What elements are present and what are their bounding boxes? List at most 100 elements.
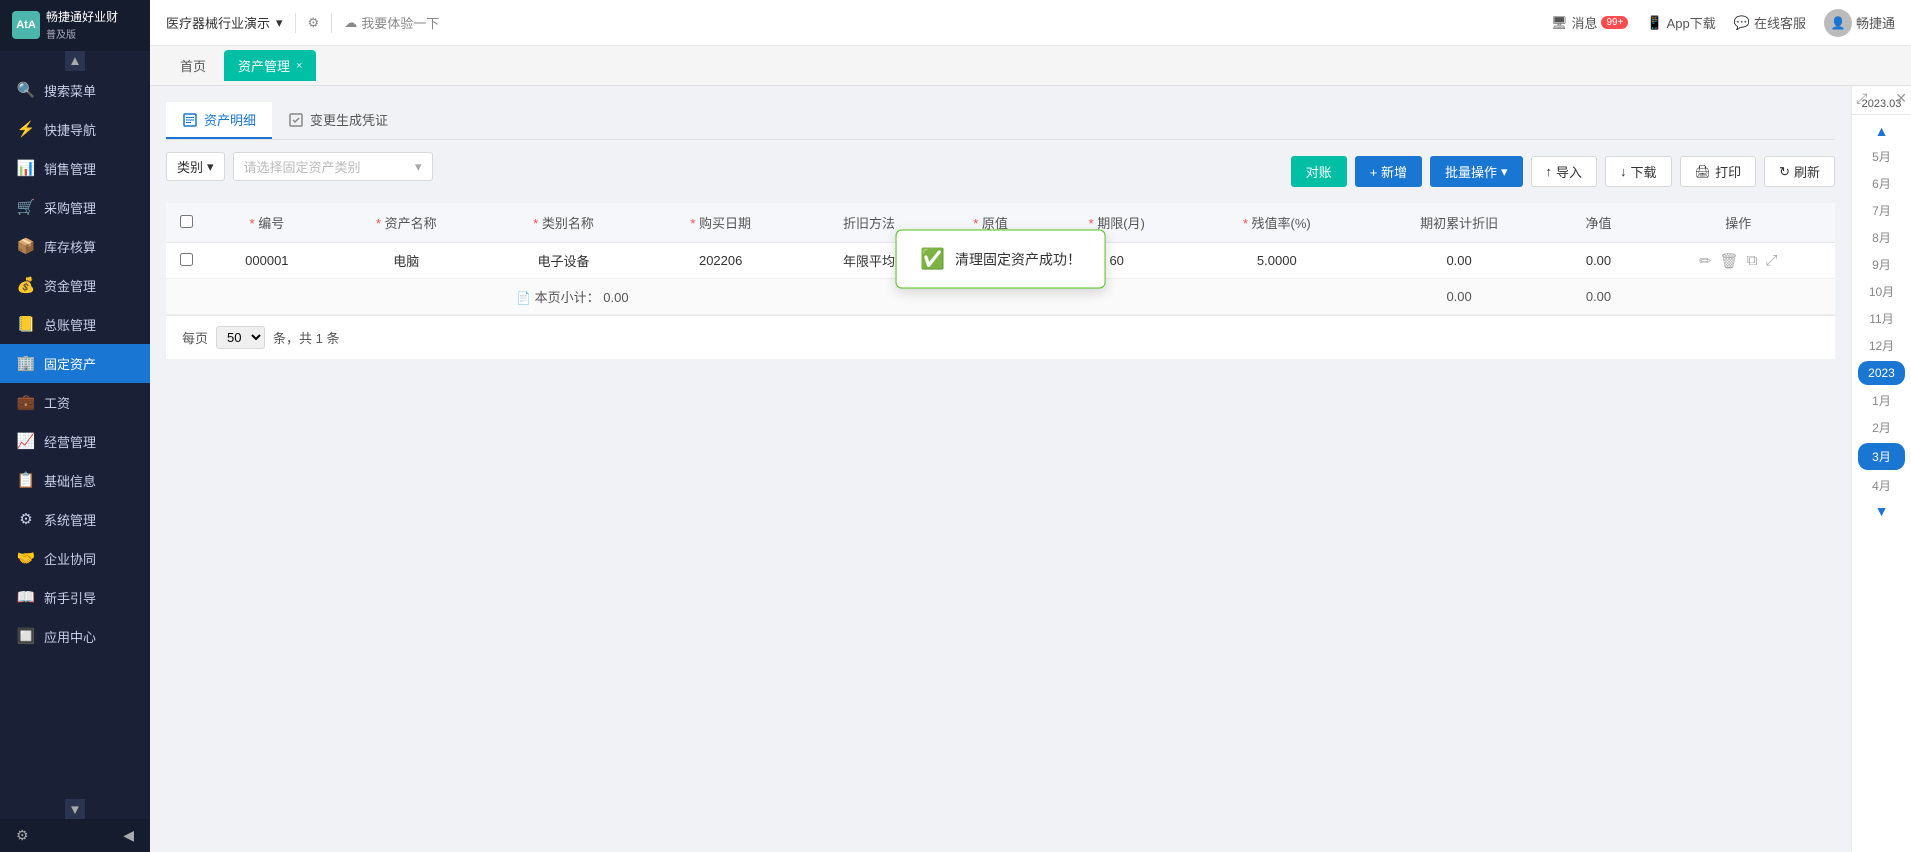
timeline-month-3[interactable]: 3月 bbox=[1858, 443, 1905, 470]
sidebar-item-payroll[interactable]: 💼 工资 bbox=[0, 383, 150, 422]
timeline-month-7[interactable]: 7月 bbox=[1852, 197, 1911, 224]
timeline-month-9[interactable]: 9月 bbox=[1852, 251, 1911, 278]
online-service-button[interactable]: 💬 在线客服 bbox=[1734, 13, 1806, 32]
sidebar-item-label: 经营管理 bbox=[44, 432, 96, 451]
sidebar-item-label: 基础信息 bbox=[44, 471, 96, 490]
row-initial-depreciation: 0.00 bbox=[1363, 243, 1556, 279]
import-button[interactable]: ↑ 导入 bbox=[1531, 156, 1598, 187]
edit-icon[interactable]: ✏ bbox=[1699, 252, 1712, 270]
print-button[interactable]: 🖨 打印 bbox=[1680, 156, 1757, 187]
reconcile-button[interactable]: 对账 bbox=[1291, 156, 1347, 187]
download-button[interactable]: ↓ 下载 bbox=[1605, 156, 1672, 187]
page-size-select[interactable]: 50 bbox=[216, 326, 265, 349]
experience-icon: ☁ bbox=[344, 15, 357, 31]
sales-icon: 📊 bbox=[16, 159, 36, 177]
fixed-assets-icon: 🏢 bbox=[16, 354, 36, 372]
settings-topbar-icon[interactable]: ⚙ bbox=[308, 15, 320, 31]
sidebar-item-cooperation[interactable]: 🤝 企业协同 bbox=[0, 539, 150, 578]
refresh-button[interactable]: ↻ 刷新 bbox=[1764, 156, 1835, 187]
sidebar-scroll-up-button[interactable]: ▲ bbox=[65, 51, 85, 71]
sub-tab-asset-detail[interactable]: 资产明细 bbox=[166, 102, 272, 139]
timeline-month-10[interactable]: 10月 bbox=[1852, 278, 1911, 305]
timeline-month-2[interactable]: 2月 bbox=[1852, 414, 1911, 441]
sidebar-item-sales[interactable]: 📊 销售管理 bbox=[0, 149, 150, 188]
timeline-month-12[interactable]: 12月 bbox=[1852, 332, 1911, 359]
sidebar-item-fund[interactable]: 💰 资金管理 bbox=[0, 266, 150, 305]
sidebar-item-ledger[interactable]: 📒 总账管理 bbox=[0, 305, 150, 344]
company-name: 医疗器械行业演示 bbox=[166, 13, 270, 32]
print-label: 打印 bbox=[1715, 162, 1741, 181]
topbar-divider bbox=[295, 13, 296, 33]
sidebar-item-basic-info[interactable]: 📋 基础信息 bbox=[0, 461, 150, 500]
more-icon[interactable]: ⤢ bbox=[1765, 252, 1777, 270]
import-label: 导入 bbox=[1556, 162, 1582, 181]
sidebar-item-purchase[interactable]: 🛒 采购管理 bbox=[0, 188, 150, 227]
sidebar-item-system[interactable]: ⚙ 系统管理 bbox=[0, 500, 150, 539]
subtotal-residual-cell bbox=[1191, 279, 1363, 315]
select-all-checkbox[interactable] bbox=[180, 215, 193, 228]
sidebar-item-label: 新手引导 bbox=[44, 588, 96, 607]
sidebar-item-inventory[interactable]: 📦 库存核算 bbox=[0, 227, 150, 266]
copy-icon[interactable]: ⧉ bbox=[1747, 252, 1758, 270]
app-center-icon: 🔲 bbox=[16, 627, 36, 645]
timeline-month-4[interactable]: 4月 bbox=[1852, 472, 1911, 499]
sidebar-item-app-center[interactable]: 🔲 应用中心 bbox=[0, 617, 150, 656]
row-checkbox[interactable] bbox=[166, 243, 206, 279]
tab-asset-management[interactable]: 资产管理 × bbox=[224, 50, 316, 81]
search-icon: 🔍 bbox=[16, 81, 36, 99]
app-download-button[interactable]: 📱 App下载 bbox=[1646, 13, 1715, 32]
inventory-icon: 📦 bbox=[16, 237, 36, 255]
timeline-month-1[interactable]: 1月 bbox=[1852, 387, 1911, 414]
row-action: ✏ 🗑 ⧉ ⤢ bbox=[1642, 243, 1835, 279]
new-button[interactable]: + 新增 bbox=[1355, 156, 1422, 187]
timeline-month-6[interactable]: 6月 bbox=[1852, 170, 1911, 197]
subtotal-original: 0.00 bbox=[603, 290, 628, 305]
sidebar-item-fixed-assets[interactable]: 🏢 固定资产 bbox=[0, 344, 150, 383]
app-name: 畅捷通好业财 bbox=[46, 10, 118, 26]
user-profile[interactable]: 👤 畅捷通 bbox=[1824, 9, 1895, 37]
timeline-year-2023[interactable]: 2023 bbox=[1858, 361, 1905, 385]
timeline-up-icon[interactable]: ▲ bbox=[1871, 119, 1893, 143]
sidebar-item-search[interactable]: 🔍 搜索菜单 bbox=[0, 71, 150, 110]
sidebar-logo-info: 畅捷通好业财 普及版 bbox=[46, 10, 118, 41]
checkbox-header[interactable] bbox=[166, 203, 206, 243]
category-input[interactable]: 请选择固定资产类别 ▾ bbox=[233, 152, 433, 181]
sidebar-item-label: 搜索菜单 bbox=[44, 81, 96, 100]
timeline-month-11[interactable]: 11月 bbox=[1852, 305, 1911, 332]
sub-tab-change-voucher[interactable]: 变更生成凭证 bbox=[272, 102, 404, 139]
toast-message: 清理固定资产成功！ bbox=[955, 249, 1081, 269]
settings-bottom-icon[interactable]: ⚙ bbox=[16, 827, 29, 844]
category-placeholder: 请选择固定资产类别 bbox=[244, 157, 361, 176]
filter-bar: 类别 ▾ 请选择固定资产类别 ▾ bbox=[166, 152, 433, 181]
col-residual-rate: * 残值率(%) bbox=[1191, 203, 1363, 243]
collapse-sidebar-icon[interactable]: ◀ bbox=[123, 827, 134, 844]
batch-ops-button[interactable]: 批量操作 ▾ bbox=[1430, 156, 1523, 187]
company-chevron-icon: ▾ bbox=[276, 15, 283, 31]
timeline-month-8[interactable]: 8月 bbox=[1852, 224, 1911, 251]
total-label: 条，共 1 条 bbox=[273, 328, 339, 347]
experience-button[interactable]: ☁ 我要体验一下 bbox=[344, 13, 439, 32]
topbar: 医疗器械行业演示 ▾ ⚙ ☁ 我要体验一下 🖥 消息 99+ 📱 App下载 💬… bbox=[150, 0, 1911, 46]
sidebar-item-label: 应用中心 bbox=[44, 627, 96, 646]
batch-ops-label: 批量操作 bbox=[1445, 162, 1497, 181]
system-icon: ⚙ bbox=[16, 510, 36, 528]
delete-icon[interactable]: 🗑 bbox=[1720, 252, 1739, 270]
row-select-checkbox[interactable] bbox=[180, 253, 193, 266]
timeline-down-icon[interactable]: ▼ bbox=[1871, 499, 1893, 523]
company-selector[interactable]: 医疗器械行业演示 ▾ bbox=[166, 13, 283, 32]
tab-close-icon[interactable]: × bbox=[296, 60, 302, 72]
timeline-close-icon[interactable]: ✕ bbox=[1895, 90, 1907, 107]
sidebar-item-operations[interactable]: 📈 经营管理 bbox=[0, 422, 150, 461]
timeline-expand-icon[interactable]: ⤢ bbox=[1856, 90, 1867, 107]
sidebar-item-guide[interactable]: 📖 新手引导 bbox=[0, 578, 150, 617]
category-filter[interactable]: 类别 ▾ bbox=[166, 152, 225, 181]
sidebar-item-quick-nav[interactable]: ⚡ 快捷导航 bbox=[0, 110, 150, 149]
timeline-month-5[interactable]: 5月 bbox=[1852, 143, 1911, 170]
page-content: 资产明细 变更生成凭证 类别 ▾ 请选择固定资产类别 bbox=[150, 86, 1851, 852]
tab-home[interactable]: 首页 bbox=[166, 50, 220, 81]
sidebar-scroll-down-button[interactable]: ▼ bbox=[65, 799, 85, 819]
online-service-icon: 💬 bbox=[1734, 15, 1750, 31]
row-purchase-date: 202206 bbox=[642, 243, 799, 279]
message-button[interactable]: 🖥 消息 99+ bbox=[1551, 13, 1629, 32]
user-name: 畅捷通 bbox=[1856, 13, 1895, 32]
